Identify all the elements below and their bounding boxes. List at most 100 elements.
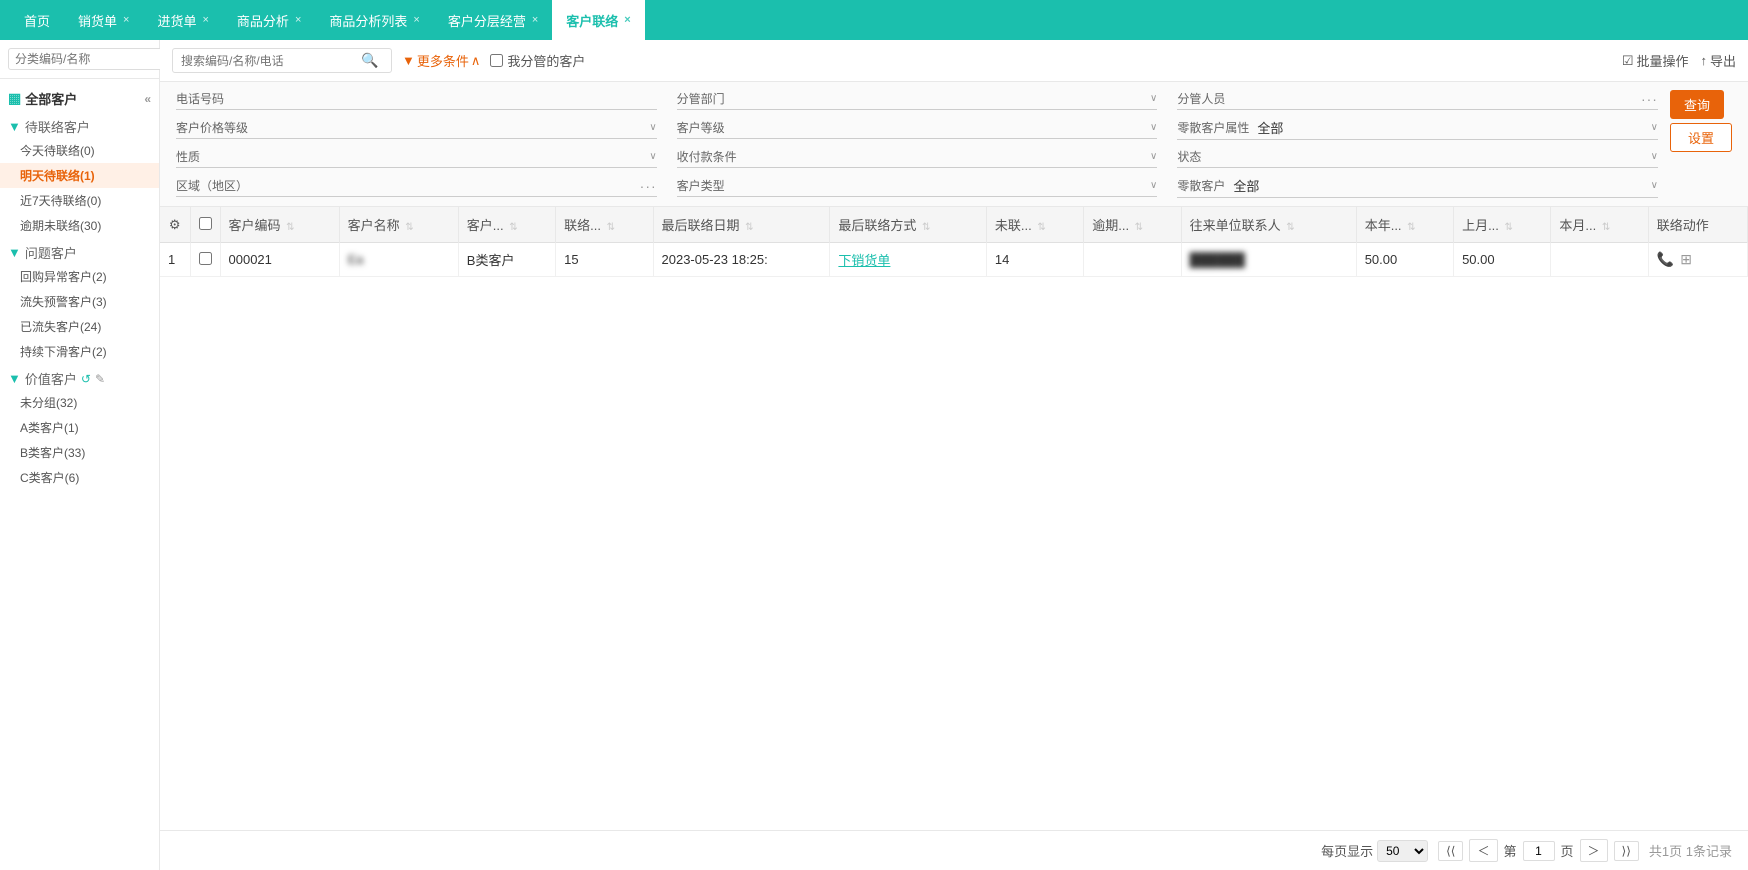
sidebar-item[interactable]: 流失预警客户(3) [0,289,159,314]
td-code: 000021 [220,243,339,277]
filter-phone: 电话号码 [176,90,657,110]
nav-item-进货单[interactable]: 进货单× [143,0,222,40]
query-button[interactable]: 查询 [1670,90,1724,119]
filter-cust-type-select[interactable]: ∨ [733,180,1158,191]
sidebar-item[interactable]: 回购异常客户(2) [0,264,159,289]
td-last-method[interactable]: 下销货单 [830,243,986,277]
set-button[interactable]: 设置 [1670,123,1732,152]
sidebar-search-wrap: 🔍 [0,40,159,79]
filter-retail-select[interactable]: 全部∨ [1233,176,1658,195]
filter-price-level: 客户价格等级 ∨ [176,119,657,139]
close-icon[interactable]: × [413,14,419,26]
filter-person-select[interactable]: ··· [1233,91,1658,107]
page-size-label: 每页显示 [1321,841,1373,860]
this-year-sort-icon: ⇅ [1407,222,1415,233]
search-bar: 🔍 ▼ 更多条件 ∧ 我分管的客户 ☑ 批量操作 ↑ 导出 [160,40,1748,82]
value-edit-icon[interactable]: ✎ [95,372,105,386]
sidebar-item[interactable]: C类客户(6) [0,465,159,490]
export-btn[interactable]: ↑ 导出 [1700,51,1736,70]
value-refresh-icon[interactable]: ↺ [81,372,91,386]
nav-item-销货单[interactable]: 销货单× [64,0,143,40]
filter-status-select[interactable]: ∨ [1209,151,1658,162]
table-wrap: ⚙ 客户编码 ⇅ 客户名称 ⇅ 客户... ⇅ 联络... ⇅ 最后联络日期 ⇅… [160,207,1748,830]
page-size-dropdown[interactable]: 50 100 200 [1377,840,1428,862]
toolbar-right: ☑ 批量操作 ↑ 导出 [1622,51,1736,70]
sidebar-item[interactable]: 未分组(32) [0,390,159,415]
close-icon[interactable]: × [202,14,208,26]
filter-payment-label: 收付款条件 [677,148,737,165]
close-icon[interactable]: × [624,14,630,26]
more-conditions-btn[interactable]: ▼ 更多条件 ∧ [402,51,480,70]
sidebar-item[interactable]: 今天待联络(0) [0,138,159,163]
last-page-btn[interactable]: ⟩⟩ [1614,841,1639,861]
filter-person: 分管人员 ··· [1177,90,1658,110]
filter-retail-attr: 零散客户属性 全部∨ [1177,118,1658,140]
all-customers-header[interactable]: ▦ 全部客户 « [0,85,159,112]
page-size-select: 每页显示 50 100 200 [1321,840,1428,862]
filter-nature-select[interactable]: ∨ [208,151,657,162]
nav-item-客户联络[interactable]: 客户联络× [552,0,644,40]
filter-cust-level: 客户等级 ∨ [677,119,1158,139]
filter-nature-label: 性质 [176,148,200,165]
sidebar-item[interactable]: 近7天待联络(0) [0,188,159,213]
pending-group-title: ▼ 待联络客户 [0,112,159,138]
table-body: 1000021EaB类客户152023-05-23 18:25:下销货单14██… [160,243,1748,277]
row-checkbox[interactable] [199,252,212,265]
sidebar-item[interactable]: A类客户(1) [0,415,159,440]
filter-price-level-select[interactable]: ∨ [256,122,657,133]
prev-page-btn[interactable]: ＜ [1469,839,1497,862]
filter-region-select[interactable]: ··· [256,178,657,194]
filter-dept-select[interactable]: ∨ [733,93,1158,104]
filter-icon: ▼ [402,53,415,68]
nav-item-首页[interactable]: 首页 [10,0,64,40]
filter-retail: 零散客户 全部∨ [1177,176,1658,198]
filter-person-label: 分管人员 [1177,90,1225,107]
pending-group-label: 待联络客户 [25,117,90,136]
status-chev: ∨ [1651,151,1658,162]
filter-retail-attr-select[interactable]: 全部∨ [1257,118,1658,137]
nav-item-客户分层经营[interactable]: 客户分层经营× [434,0,552,40]
main-search-icon[interactable]: 🔍 [361,52,378,69]
td-overdue [1084,243,1181,277]
sidebar-item[interactable]: 持续下滑客户(2) [0,339,159,364]
th-gear[interactable]: ⚙ [160,207,190,243]
sidebar-item[interactable]: 已流失客户(24) [0,314,159,339]
filter-cust-type: 客户类型 ∨ [677,177,1158,197]
batch-op-btn[interactable]: ☑ 批量操作 [1622,51,1689,70]
cust-level-chev: ∨ [1150,122,1157,133]
last-date-sort-icon: ⇅ [745,222,753,233]
sidebar-item[interactable]: 逾期未联络(30) [0,213,159,238]
th-checkbox[interactable] [190,207,220,243]
export-label: 导出 [1710,51,1736,70]
value-group-title: ▼ 价值客户 ↺ ✎ [0,364,159,390]
page-label: 第 [1504,841,1517,860]
td-action: 📞⊞ [1648,243,1747,277]
th-last-method: 最后联络方式 ⇅ [830,207,986,243]
page-suffix: 页 [1561,841,1574,860]
sidebar-item[interactable]: B类客户(33) [0,440,159,465]
filter-payment-select[interactable]: ∨ [745,151,1158,162]
last-method-link[interactable]: 下销货单 [838,253,890,268]
page-input[interactable] [1523,841,1555,861]
next-page-btn[interactable]: ＞ [1580,839,1608,862]
close-icon[interactable]: × [532,14,538,26]
nav-item-商品分析列表[interactable]: 商品分析列表× [315,0,433,40]
close-icon[interactable]: × [295,14,301,26]
first-page-btn[interactable]: ⟨⟨ [1438,841,1463,861]
filter-cust-level-select[interactable]: ∨ [733,122,1158,133]
nav-item-商品分析[interactable]: 商品分析× [223,0,315,40]
close-icon[interactable]: × [123,14,129,26]
last-method-sort-icon: ⇅ [922,222,930,233]
select-all-checkbox[interactable] [199,217,212,230]
sidebar-search-input[interactable] [8,48,177,70]
grid-action-icon[interactable]: ⊞ [1680,251,1692,268]
td-checkbox[interactable] [190,243,220,277]
code-sort-icon: ⇅ [286,222,294,233]
search-input-wrap: 🔍 [172,48,392,73]
th-uncontacted: 未联... ⇅ [986,207,1083,243]
my-customers-checkbox-wrap[interactable]: 我分管的客户 [490,51,585,70]
my-customers-checkbox[interactable] [490,54,503,67]
main-search-input[interactable] [181,54,361,68]
sidebar-item[interactable]: 明天待联络(1) [0,163,159,188]
phone-icon[interactable]: 📞 [1657,251,1674,268]
